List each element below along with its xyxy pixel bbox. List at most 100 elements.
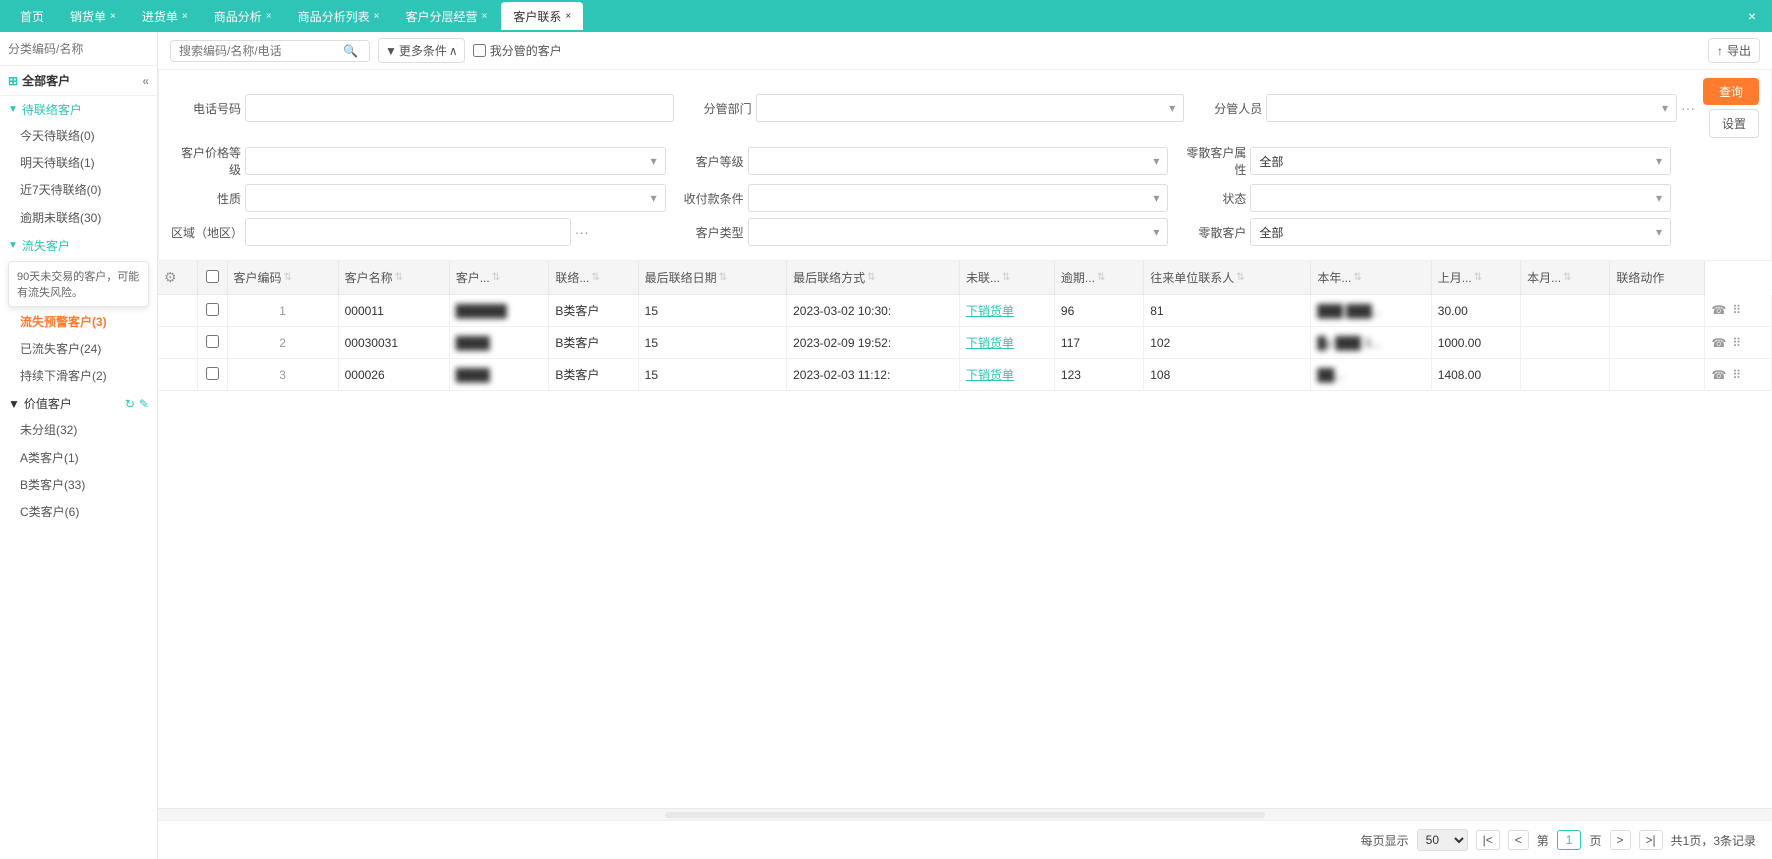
row-checkbox[interactable] [206,367,219,380]
select-customer-type[interactable]: ▾ [748,218,1169,246]
row-action-contact-icon[interactable]: ☎ [1711,368,1726,382]
select-retail-attr[interactable]: 全部 ▾ [1250,147,1671,175]
th-last-date[interactable]: 最后联络日期⇅ [638,261,786,295]
region-dots[interactable]: ··· [575,224,589,240]
sidebar-all-customers-header[interactable]: ⊞ 全部客户 « [0,66,157,96]
sidebar-item-at-risk-warning[interactable]: 流失预警客户(3) [0,309,157,336]
nav-tab-sales[interactable]: 销货单 × [58,2,128,30]
sidebar-item-today[interactable]: 今天待联络(0) [0,123,157,150]
settings-button[interactable]: 设置 [1709,109,1759,138]
prev-page-button[interactable]: < [1508,830,1529,850]
close-all-button[interactable]: × [1740,8,1764,24]
row-method-link[interactable]: 下销货单 [966,368,1014,382]
more-conditions-button[interactable]: ▼ 更多条件 ∧ [378,38,465,63]
th-code[interactable]: 客户编码⇅ [227,261,338,295]
th-uncontacted[interactable]: 未联...⇅ [959,261,1054,295]
top-nav: 首页 销货单 × 进货单 × 商品分析 × 商品分析列表 × 客户分层经营 × … [0,0,1772,32]
content-area: 🔍 ▼ 更多条件 ∧ 我分管的客户 ↑ 导出 电话号码 [158,32,1772,859]
row-action-more-icon[interactable]: ⠿ [1732,336,1741,350]
sidebar-search-area: 🔍 [0,32,157,66]
next-page-button[interactable]: > [1610,830,1631,850]
nav-tab-analysis-list[interactable]: 商品分析列表 × [286,2,392,30]
sidebar-item-tomorrow[interactable]: 明天待联络(1) [0,150,157,177]
nav-tab-customer-contact[interactable]: 客户联系 × [501,2,583,30]
th-settings[interactable]: ⚙ [158,261,197,295]
sidebar-pending-group[interactable]: ▼ 待联络客户 [0,96,157,123]
nav-tab-sales-close[interactable]: × [110,11,116,22]
th-last-month[interactable]: 上月...⇅ [1431,261,1520,295]
nav-tab-purchase[interactable]: 进货单 × [130,2,200,30]
row-method-link[interactable]: 下销货单 [966,336,1014,350]
select-price-level[interactable]: ▾ [245,147,666,175]
input-phone[interactable] [245,94,674,122]
sidebar-item-class-c[interactable]: C类客户(6) [0,499,157,526]
sidebar-item-7days[interactable]: 近7天待联络(0) [0,177,157,204]
last-page-button[interactable]: >| [1639,830,1663,850]
manager-dots[interactable]: ··· [1681,100,1695,116]
th-unit-contact[interactable]: 往来单位联系人⇅ [1144,261,1311,295]
sidebar-collapse-icon[interactable]: « [142,74,149,88]
select-status[interactable]: ▾ [1250,184,1671,212]
row-action-contact-icon[interactable]: ☎ [1711,336,1726,350]
search-input[interactable] [179,44,339,58]
sidebar-item-overdue[interactable]: 逾期未联络(30) [0,205,157,232]
row-method-link[interactable]: 下销货单 [966,304,1014,318]
my-customers-checkbox[interactable] [473,44,486,57]
table-settings-icon[interactable]: ⚙ [164,269,177,285]
sidebar-item-ungrouped[interactable]: 未分组(32) [0,417,157,444]
query-button[interactable]: 查询 [1703,78,1759,105]
value-group-refresh-icon[interactable]: ↻ [125,397,135,411]
value-group-edit-icon[interactable]: ✎ [139,397,149,411]
sidebar-search-input[interactable] [8,42,158,56]
select-manager[interactable]: ▾ [1266,94,1677,122]
select-retail-customer[interactable]: 全部 ▾ [1250,218,1671,246]
th-overdue[interactable]: 逾期...⇅ [1054,261,1143,295]
th-checkbox [197,261,227,295]
sidebar-item-class-b[interactable]: B类客户(33) [0,472,157,499]
atrisk-group-label: 流失客户 [22,237,70,254]
nav-tab-analysis-close[interactable]: × [266,11,272,22]
sidebar-value-group[interactable]: ▼ 价值客户 ↻ ✎ [0,390,157,417]
sidebar-all-customers-label: 全部客户 [22,72,70,89]
select-customer-level[interactable]: ▾ [748,147,1169,175]
th-contacts-sort: ⇅ [591,272,599,283]
nav-tab-purchase-close[interactable]: × [182,11,188,22]
nav-tab-customer-contact-close[interactable]: × [565,11,571,22]
select-dept[interactable]: ▾ [756,94,1185,122]
row-action-more-icon[interactable]: ⠿ [1732,303,1741,317]
row-action: ☎ ⠿ [1705,295,1772,327]
nav-tab-home[interactable]: 首页 [8,2,56,30]
nav-tab-customer-tier[interactable]: 客户分层经营 × [393,2,499,30]
sidebar-item-class-a[interactable]: A类客户(1) [0,445,157,472]
customer-level-arrow: ▾ [1153,154,1159,168]
nav-tab-analysis-list-close[interactable]: × [374,11,380,22]
sidebar-item-lost[interactable]: 已流失客户(24) [0,336,157,363]
th-this-year[interactable]: 本年...⇅ [1311,261,1431,295]
export-button[interactable]: ↑ 导出 [1708,38,1760,63]
th-last-method[interactable]: 最后联络方式⇅ [787,261,960,295]
select-payment[interactable]: ▾ [748,184,1169,212]
nav-tab-customer-tier-close[interactable]: × [481,11,487,22]
th-contacts[interactable]: 联络...⇅ [549,261,638,295]
th-last-date-label: 最后联络日期 [645,269,717,286]
input-region[interactable] [245,218,571,246]
select-all-checkbox[interactable] [206,270,219,283]
th-name[interactable]: 客户名称⇅ [338,261,449,295]
th-this-month[interactable]: 本月...⇅ [1521,261,1610,295]
row-checkbox[interactable] [206,335,219,348]
search-button[interactable]: 🔍 [343,44,358,58]
row-checkbox[interactable] [206,303,219,316]
first-page-button[interactable]: |< [1476,830,1500,850]
row-action-more-icon[interactable]: ⠿ [1732,368,1741,382]
data-table: ⚙ 客户编码⇅ 客户名称⇅ 客户...⇅ [158,261,1772,391]
row-contacts: 15 [638,327,786,359]
sidebar-item-declining[interactable]: 持续下滑客户(2) [0,363,157,390]
th-type[interactable]: 客户...⇅ [449,261,549,295]
page-size-select[interactable]: 50 20 100 [1417,829,1468,851]
row-action-contact-icon[interactable]: ☎ [1711,303,1726,317]
select-nature[interactable]: ▾ [245,184,666,212]
nav-tab-analysis[interactable]: 商品分析 × [202,2,284,30]
sidebar-atrisk-group[interactable]: ▼ 流失客户 [0,232,157,259]
horizontal-scrollbar[interactable] [158,808,1772,820]
row-contacts: 15 [638,295,786,327]
